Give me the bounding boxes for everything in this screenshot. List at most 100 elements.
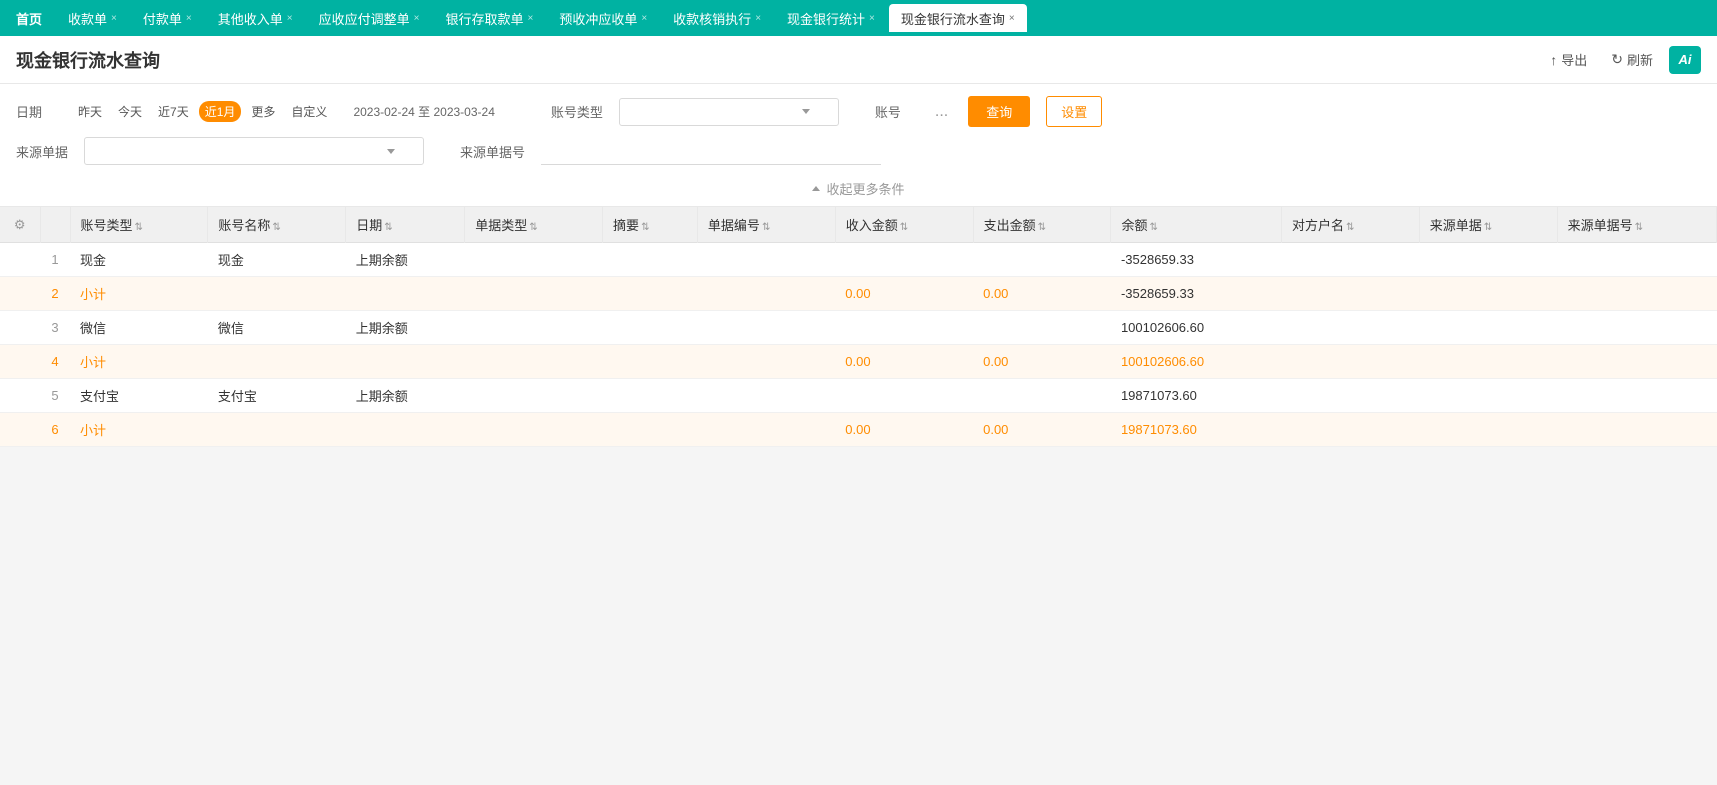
cell-doc_no bbox=[697, 311, 835, 345]
source-doc-select[interactable] bbox=[84, 137, 424, 165]
col-header-income[interactable]: 收入金额⇅ bbox=[835, 207, 973, 243]
settings-button[interactable]: 设置 bbox=[1046, 96, 1102, 127]
cell-expense: 0.00 bbox=[973, 345, 1111, 379]
row-gear bbox=[0, 345, 40, 379]
cell-doc_type bbox=[465, 277, 603, 311]
collapse-icon bbox=[812, 186, 820, 191]
date-option-更多[interactable]: 更多 bbox=[245, 101, 281, 122]
refresh-button[interactable]: ↻ 刷新 bbox=[1603, 46, 1661, 73]
cell-source_doc_no bbox=[1557, 243, 1716, 277]
tab-label: 应收应付调整单 bbox=[319, 9, 410, 28]
cell-balance: -3528659.33 bbox=[1111, 243, 1281, 277]
account-type-select[interactable] bbox=[619, 98, 839, 126]
row-gear bbox=[0, 413, 40, 447]
date-option-昨天[interactable]: 昨天 bbox=[72, 101, 108, 122]
table-row: 3微信微信上期余额100102606.60 bbox=[0, 311, 1717, 345]
export-button[interactable]: ↑ 导出 bbox=[1542, 46, 1595, 73]
date-option-近1月[interactable]: 近1月 bbox=[199, 101, 242, 122]
cell-counterpart bbox=[1281, 277, 1419, 311]
nav-tab-home[interactable]: 首页 bbox=[4, 4, 54, 32]
sort-icon: ⇅ bbox=[900, 222, 908, 233]
sort-icon: ⇅ bbox=[384, 222, 392, 233]
nav-tab-现金银行流水查询[interactable]: 现金银行流水查询× bbox=[889, 4, 1027, 32]
cell-account_name: 微信 bbox=[208, 311, 346, 345]
nav-tab-付款单[interactable]: 付款单 × bbox=[131, 4, 204, 32]
ai-badge[interactable]: Ai bbox=[1669, 46, 1701, 74]
cell-expense: 0.00 bbox=[973, 413, 1111, 447]
collapse-bar[interactable]: 收起更多条件 bbox=[16, 175, 1701, 198]
date-option-近7天[interactable]: 近7天 bbox=[152, 101, 195, 122]
nav-tab-现金银行统计[interactable]: 现金银行统计× bbox=[775, 4, 887, 32]
query-button[interactable]: 查询 bbox=[968, 96, 1030, 127]
cell-income: 0.00 bbox=[835, 277, 973, 311]
cell-expense bbox=[973, 311, 1111, 345]
tab-close-icon[interactable]: × bbox=[527, 13, 533, 24]
refresh-icon: ↻ bbox=[1611, 51, 1623, 68]
account-dots-button[interactable]: ... bbox=[931, 103, 952, 121]
header-actions: ↑ 导出 ↻ 刷新 Ai bbox=[1542, 46, 1701, 74]
tab-close-icon[interactable]: × bbox=[641, 13, 647, 24]
row-gear bbox=[0, 379, 40, 413]
cell-balance: -3528659.33 bbox=[1111, 277, 1281, 311]
date-label: 日期 bbox=[16, 102, 56, 121]
nav-tab-其他收入单[interactable]: 其他收入单× bbox=[206, 4, 305, 32]
gear-column-header[interactable]: ⚙ bbox=[0, 207, 40, 243]
source-doc-no-input[interactable] bbox=[541, 137, 881, 165]
tab-close-icon[interactable]: × bbox=[111, 13, 117, 24]
cell-account_name bbox=[208, 277, 346, 311]
cell-doc_type bbox=[465, 413, 603, 447]
cell-source_doc_no bbox=[1557, 345, 1716, 379]
tab-close-icon[interactable]: × bbox=[287, 13, 293, 24]
filter-row-1: 日期 昨天今天近7天近1月更多自定义 2023-02-24 至 2023-03-… bbox=[16, 96, 1701, 127]
top-nav: 首页 收款单×付款单×其他收入单×应收应付调整单×银行存取款单×预收冲应收单×收… bbox=[0, 0, 1717, 36]
cell-doc_type bbox=[465, 345, 603, 379]
nav-tab-预收冲应收单[interactable]: 预收冲应收单× bbox=[547, 4, 659, 32]
cell-summary bbox=[603, 277, 698, 311]
col-header-doc_type[interactable]: 单据类型⇅ bbox=[465, 207, 603, 243]
tab-label: 付款单 bbox=[143, 9, 182, 28]
col-header-counterpart[interactable]: 对方户名⇅ bbox=[1281, 207, 1419, 243]
date-option-今天[interactable]: 今天 bbox=[112, 101, 148, 122]
source-doc-no-label: 来源单据号 bbox=[460, 142, 525, 161]
tab-close-icon[interactable]: × bbox=[414, 13, 420, 24]
nav-tab-应收应付调整单[interactable]: 应收应付调整单 × bbox=[307, 4, 432, 32]
nav-tab-收款单[interactable]: 收款单× bbox=[56, 4, 129, 32]
cell-account_type: 小计 bbox=[70, 413, 208, 447]
col-header-summary[interactable]: 摘要⇅ bbox=[603, 207, 698, 243]
cell-source_doc bbox=[1419, 379, 1557, 413]
cell-balance: 100102606.60 bbox=[1111, 311, 1281, 345]
tab-label: 银行存取款单 bbox=[445, 9, 523, 28]
rownum-column-header bbox=[40, 207, 70, 243]
table-row: 2小计0.000.00-3528659.33 bbox=[0, 277, 1717, 311]
col-header-source_doc_no[interactable]: 来源单据号⇅ bbox=[1557, 207, 1716, 243]
date-options: 昨天今天近7天近1月更多自定义 bbox=[72, 101, 333, 122]
filter-area: 日期 昨天今天近7天近1月更多自定义 2023-02-24 至 2023-03-… bbox=[0, 84, 1717, 207]
row-number: 2 bbox=[40, 277, 70, 311]
nav-tab-收款核销执行[interactable]: 收款核销执行 × bbox=[661, 4, 773, 32]
cell-source_doc bbox=[1419, 345, 1557, 379]
col-header-doc_no[interactable]: 单据编号⇅ bbox=[697, 207, 835, 243]
tab-close-icon[interactable]: × bbox=[1009, 13, 1015, 24]
tab-close-icon[interactable]: × bbox=[755, 13, 761, 24]
data-table: ⚙ 账号类型⇅账号名称⇅日期⇅单据类型⇅摘要⇅单据编号⇅收入金额⇅支出金额⇅余额⇅… bbox=[0, 207, 1717, 447]
col-header-expense[interactable]: 支出金额⇅ bbox=[973, 207, 1111, 243]
date-option-自定义[interactable]: 自定义 bbox=[285, 101, 333, 122]
gear-icon: ⚙ bbox=[14, 217, 26, 232]
nav-tab-银行存取款单[interactable]: 银行存取款单 × bbox=[433, 4, 545, 32]
tab-close-icon[interactable]: × bbox=[186, 13, 192, 24]
tab-close-icon[interactable]: × bbox=[869, 13, 875, 24]
col-header-balance[interactable]: 余额⇅ bbox=[1111, 207, 1281, 243]
col-header-account_type[interactable]: 账号类型⇅ bbox=[70, 207, 208, 243]
col-header-source_doc[interactable]: 来源单据⇅ bbox=[1419, 207, 1557, 243]
cell-doc_no bbox=[697, 277, 835, 311]
cell-summary bbox=[603, 413, 698, 447]
account-type-chevron bbox=[802, 109, 810, 114]
col-header-account_name[interactable]: 账号名称⇅ bbox=[208, 207, 346, 243]
cell-date bbox=[346, 413, 465, 447]
row-gear bbox=[0, 311, 40, 345]
col-header-date[interactable]: 日期⇅ bbox=[346, 207, 465, 243]
collapse-label: 收起更多条件 bbox=[826, 179, 904, 198]
cell-account_type: 微信 bbox=[70, 311, 208, 345]
tab-label: 收款核销执行 bbox=[673, 9, 751, 28]
row-number: 3 bbox=[40, 311, 70, 345]
